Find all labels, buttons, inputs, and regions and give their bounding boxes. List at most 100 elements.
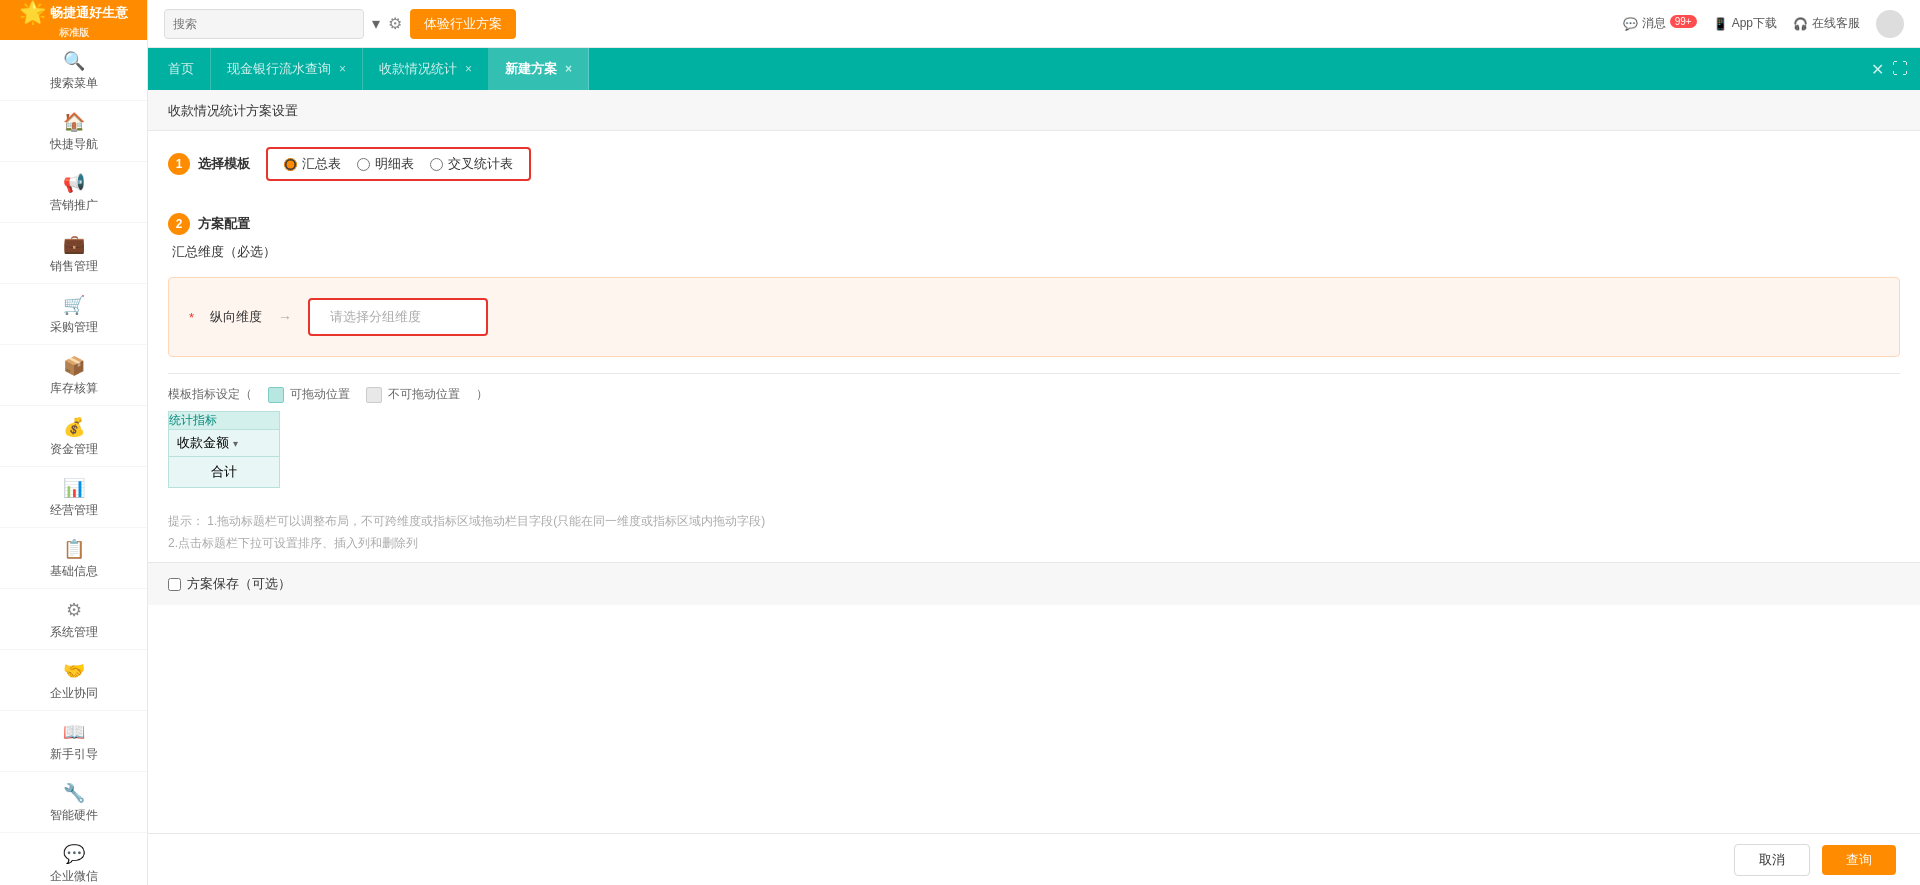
sidebar-item-9[interactable]: ⚙ 系统管理 [0,589,147,650]
sidebar-item-1[interactable]: 🏠 快捷导航 [0,101,147,162]
message-badge: 99+ [1670,15,1697,28]
page: 收款情况统计方案设置 1 选择模板 汇总表 明细表 [148,90,1920,885]
maximize-icon[interactable]: ⛶ [1892,60,1908,78]
col1-dropdown-icon[interactable]: ▾ [233,438,238,449]
step1-badge: 1 [168,153,190,175]
legend-non-draggable-label: 不可拖动位置 [388,386,460,403]
sidebar-label-1: 快捷导航 [50,136,98,153]
sidebar-icon-13: 💬 [63,843,85,865]
sidebar-item-7[interactable]: 📊 经营管理 [0,467,147,528]
breadcrumb: 收款情况统计方案设置 [168,103,298,118]
step1-row: 1 选择模板 汇总表 明细表 交叉统计表 [168,147,1900,181]
legend-draggable: 可拖动位置 [268,386,350,403]
sidebar-label-4: 采购管理 [50,319,98,336]
sidebar-item-3[interactable]: 💼 销售管理 [0,223,147,284]
sidebar-item-12[interactable]: 🔧 智能硬件 [0,772,147,833]
tab-2[interactable]: 收款情况统计 × [363,48,489,90]
tab-3[interactable]: 新建方案× [489,48,589,90]
sidebar-item-4[interactable]: 🛒 采购管理 [0,284,147,345]
vertical-dimension-label: 纵向维度 [210,308,262,326]
message-label: 消息 [1642,15,1666,32]
indicator-title-close: ） [476,386,488,403]
divider [168,373,1900,374]
sidebar-icon-12: 🔧 [63,782,85,804]
radio-summary[interactable]: 汇总表 [284,155,341,173]
search-input[interactable] [164,9,364,39]
sidebar-item-13[interactable]: 💬 企业微信 [0,833,147,885]
industry-btn[interactable]: 体验行业方案 [410,9,516,39]
close-window-icon[interactable]: ✕ [1871,60,1884,79]
radio-cross[interactable]: 交叉统计表 [430,155,513,173]
sidebar-item-2[interactable]: 📢 营销推广 [0,162,147,223]
step2-title: 方案配置 [198,215,250,233]
arrow-icon: → [278,309,292,325]
page-header: 收款情况统计方案设置 [148,90,1920,131]
sidebar-label-3: 销售管理 [50,258,98,275]
download-icon: 📱 [1713,17,1728,31]
required-star: * [189,310,194,325]
tab-close-3[interactable]: × [565,62,572,76]
dimension-section-label: 汇总维度（必选） [168,243,1900,261]
tab-close-2[interactable]: × [465,62,472,76]
step1-section: 1 选择模板 汇总表 明细表 交叉统计表 [148,131,1920,213]
radio-detail[interactable]: 明细表 [357,155,414,173]
tip-line2: 2.点击标题栏下拉可设置排序、插入列和删除列 [168,533,1900,555]
sidebar-item-10[interactable]: 🤝 企业协同 [0,650,147,711]
dropdown-icon[interactable]: ▾ [372,14,380,33]
sidebar-label-10: 企业协同 [50,685,98,702]
indicator-title: 模板指标设定（ [168,386,252,403]
sidebar-item-6[interactable]: 💰 资金管理 [0,406,147,467]
step1-title: 选择模板 [198,155,250,173]
table-row-sub: 合计 [169,457,280,488]
indicator-header: 模板指标设定（ 可拖动位置 不可拖动位置 ） [168,386,1900,403]
sidebar-item-8[interactable]: 📋 基础信息 [0,528,147,589]
sidebar-label-13: 企业微信 [50,868,98,885]
settings-icon[interactable]: ⚙ [388,14,402,33]
radio-summary-label: 汇总表 [302,155,341,173]
sidebar-item-11[interactable]: 📖 新手引导 [0,711,147,772]
message-btn[interactable]: 💬 消息 99+ [1623,15,1697,32]
sidebar-icon-6: 💰 [63,416,85,438]
cancel-button[interactable]: 取消 [1734,844,1810,876]
sidebar-icon-11: 📖 [63,721,85,743]
sidebar-label-12: 智能硬件 [50,807,98,824]
sidebar-icon-1: 🏠 [63,111,85,133]
message-icon: 💬 [1623,17,1638,31]
query-button[interactable]: 查询 [1822,845,1896,875]
sidebar-icon-7: 📊 [63,477,85,499]
content-area: 收款情况统计方案设置 1 选择模板 汇总表 明细表 [148,90,1920,885]
sidebar-icon-3: 💼 [63,233,85,255]
tip-line1: 提示： 1.拖动标题栏可以调整布局，不可跨维度或指标区域拖动栏目字段(只能在同一… [168,511,1900,533]
support-btn[interactable]: 🎧 在线客服 [1793,15,1860,32]
sidebar-label-5: 库存核算 [50,380,98,397]
sidebar-icon-10: 🤝 [63,660,85,682]
legend-non-draggable: 不可拖动位置 [366,386,460,403]
draggable-color-box [268,387,284,403]
footer-bar: 取消 查询 [148,833,1920,885]
sidebar-label-2: 营销推广 [50,197,98,214]
sidebar-icon-5: 📦 [63,355,85,377]
user-avatar[interactable] [1876,10,1904,38]
main-area: ▾ ⚙ 体验行业方案 💬 消息 99+ 📱 App下载 🎧 在线客服 首页现金银… [148,0,1920,885]
col1-draggable[interactable]: 收款金额 ▾ [169,430,279,456]
col1-cell: 收款金额 ▾ [169,430,280,457]
save-checkbox-label[interactable]: 方案保存（可选） [168,575,291,593]
save-checkbox[interactable] [168,578,181,591]
dimension-selector[interactable]: 请选择分组维度 [308,298,488,336]
sidebar-label-0: 搜索菜单 [50,75,98,92]
tab-0[interactable]: 首页 [148,48,211,90]
save-label: 方案保存（可选） [187,575,291,593]
download-btn[interactable]: 📱 App下载 [1713,15,1777,32]
sidebar-item-0[interactable]: 🔍 搜索菜单 [0,40,147,101]
footer-spacer [148,605,1920,657]
tab-close-1[interactable]: × [339,62,346,76]
tab-label-2: 收款情况统计 [379,60,457,78]
topbar: ▾ ⚙ 体验行业方案 💬 消息 99+ 📱 App下载 🎧 在线客服 [148,0,1920,48]
sidebar: 🌟 畅捷通好生意 标准版 🔍 搜索菜单 🏠 快捷导航 📢 营销推广 💼 销售管理… [0,0,148,885]
col1-label: 收款金额 [177,434,229,452]
tab-1[interactable]: 现金银行流水查询× [211,48,363,90]
app-name: 畅捷通好生意 [50,4,128,22]
sidebar-icon-0: 🔍 [63,50,85,72]
tab-label-0: 首页 [168,60,194,78]
sidebar-item-5[interactable]: 📦 库存核算 [0,345,147,406]
